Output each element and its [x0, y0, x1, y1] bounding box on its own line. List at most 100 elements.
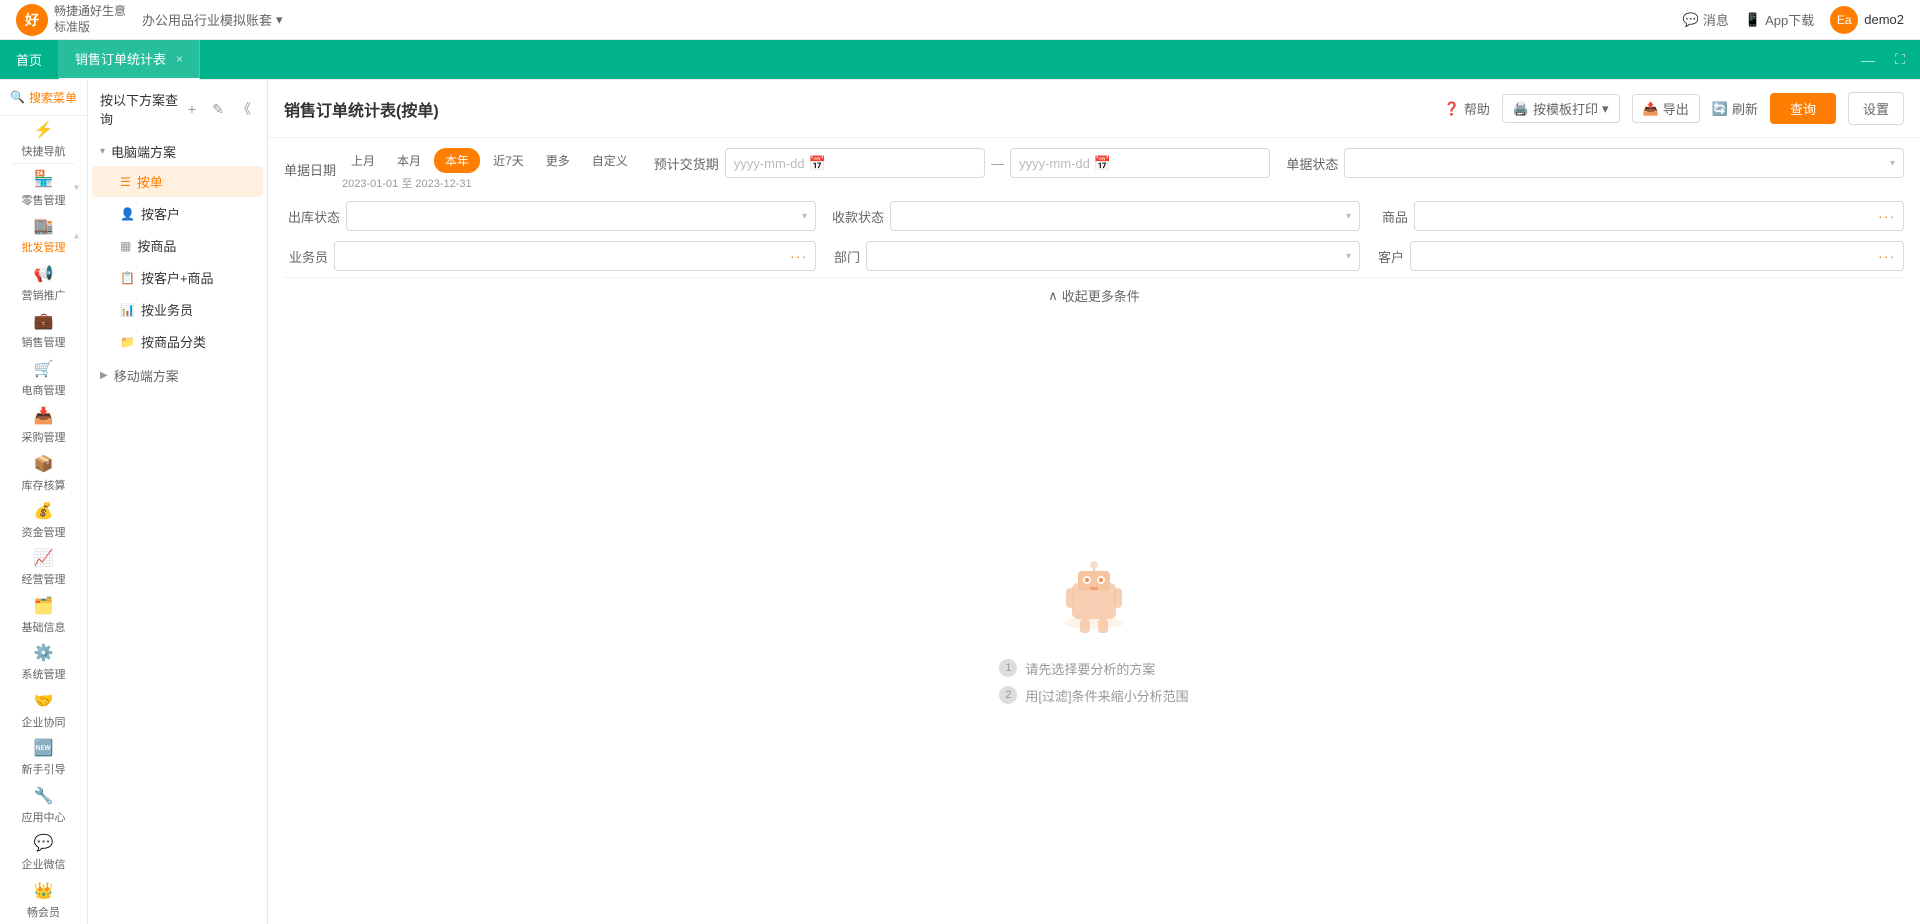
- sidebar-item-basic-info[interactable]: 🗂️ 基础信息: [0, 592, 87, 639]
- logo-icon: 好: [16, 4, 48, 36]
- date-dash: —: [991, 156, 1004, 171]
- tab-sales-order[interactable]: 销售订单统计表 ×: [59, 40, 200, 80]
- sidebar-item-sales[interactable]: 💼 销售管理: [0, 307, 87, 354]
- staff-dots: ···: [790, 248, 807, 264]
- shortcut-this-month[interactable]: 本月: [388, 148, 430, 173]
- shortcut-custom[interactable]: 自定义: [583, 148, 637, 173]
- sidebar-item-enterprise[interactable]: 🤝 企业协同: [0, 687, 87, 734]
- by-category-icon: 📁: [120, 335, 135, 349]
- dept-select[interactable]: ▾: [866, 241, 1360, 271]
- shortcut-more[interactable]: 更多: [537, 148, 579, 173]
- basic-info-icon: 🗂️: [34, 596, 54, 616]
- by-goods-icon: ▦: [120, 239, 131, 253]
- system-icon: ⚙️: [34, 643, 54, 663]
- scheme-item-by-category[interactable]: 📁 按商品分类: [92, 326, 263, 357]
- settings-button[interactable]: 设置: [1848, 92, 1904, 125]
- search-icon: 🔍: [10, 90, 25, 104]
- retail-icon: 🏪: [34, 169, 54, 189]
- wholesale-arrow-icon: ▴: [74, 230, 79, 241]
- tab-close-icon[interactable]: ×: [176, 52, 183, 66]
- tabbar: 首页 销售订单统计表 × — ⛶: [0, 40, 1920, 80]
- ecom-icon: 🛒: [34, 359, 54, 379]
- sidebar-item-app-center[interactable]: 🔧 应用中心: [0, 782, 87, 829]
- sidebar-item-retail[interactable]: 🏪 零售管理 ▾: [0, 164, 87, 211]
- staff-input[interactable]: ···: [334, 241, 816, 271]
- sidebar: 🔍 搜索菜单 ⚡ 快捷导航 🏪 零售管理 ▾ 🏬 批发管理 ▴ 📢 营销推广 💼…: [0, 80, 88, 924]
- sidebar-item-system[interactable]: ⚙️ 系统管理: [0, 639, 87, 686]
- desktop-group-header[interactable]: ▾ 电脑端方案: [88, 138, 267, 165]
- calendar-icon-2: 📅: [1094, 155, 1111, 172]
- empty-tip-2: 2 用[过滤]条件来缩小分析范围: [999, 686, 1188, 705]
- edit-scheme-button[interactable]: ✎: [207, 98, 229, 120]
- mobile-group-header[interactable]: ▶ 移动端方案: [88, 362, 267, 389]
- help-button[interactable]: ❓ 帮助: [1444, 99, 1490, 118]
- shortcut-7days[interactable]: 近7天: [484, 148, 533, 173]
- sidebar-item-wholesale[interactable]: 🏬 批发管理 ▴: [0, 212, 87, 259]
- status-select[interactable]: ▾: [1344, 148, 1904, 178]
- marketing-icon: 📢: [34, 264, 54, 284]
- tab-minimize-button[interactable]: —: [1856, 48, 1880, 72]
- user-menu[interactable]: Ea demo2: [1830, 6, 1904, 34]
- add-scheme-button[interactable]: +: [181, 98, 203, 120]
- sidebar-item-member[interactable]: 👑 畅会员: [0, 877, 87, 924]
- expected-date-end[interactable]: yyyy-mm-dd 📅: [1010, 148, 1270, 178]
- empty-state: 1 请先选择要分析的方案 2 用[过滤]条件来缩小分析范围: [268, 323, 1920, 924]
- shortcut-this-year[interactable]: 本年: [434, 148, 480, 173]
- staff-filter-group: 业务员 ···: [284, 241, 816, 271]
- shortcut-last-month[interactable]: 上月: [342, 148, 384, 173]
- message-icon: 💬: [1683, 12, 1699, 28]
- export-button[interactable]: 📤 导出: [1632, 94, 1700, 123]
- logo-area: 好 畅捷通好生意 标准版: [16, 4, 126, 36]
- collapse-scheme-button[interactable]: 《: [233, 98, 255, 120]
- app-download-button[interactable]: 📱 App下载: [1745, 10, 1814, 29]
- tab-maximize-button[interactable]: ⛶: [1888, 48, 1912, 72]
- collapse-bar[interactable]: ∧ 收起更多条件: [284, 277, 1904, 313]
- expected-date-start[interactable]: yyyy-mm-dd 📅: [725, 148, 985, 178]
- member-icon: 👑: [34, 881, 54, 901]
- search-menu-button[interactable]: 🔍 搜索菜单: [0, 80, 87, 116]
- page-title: 销售订单统计表(按单): [284, 97, 439, 133]
- by-customer-goods-icon: 📋: [120, 271, 135, 285]
- print-button[interactable]: 🖨️ 按模板打印 ▾: [1502, 94, 1620, 123]
- pay-status-label: 收款状态: [828, 207, 884, 226]
- ship-status-select[interactable]: ▾: [346, 201, 816, 231]
- sidebar-item-wechat[interactable]: 💬 企业微信: [0, 829, 87, 876]
- date-filter-group: 单据日期 上月 本月 本年 近7天 更多 自定义 2023-01-01 至 20…: [284, 148, 637, 191]
- sidebar-item-management[interactable]: 📈 经营管理: [0, 544, 87, 591]
- scheme-item-by-staff[interactable]: 📊 按业务员: [92, 294, 263, 325]
- customer-input[interactable]: ···: [1410, 241, 1904, 271]
- workspace-selector[interactable]: 办公用品行业模拟账套 ▾: [134, 6, 291, 33]
- app-center-icon: 🔧: [34, 786, 54, 806]
- dept-label: 部门: [828, 247, 860, 266]
- pay-status-select[interactable]: ▾: [890, 201, 1360, 231]
- sidebar-item-ecom[interactable]: 🛒 电商管理: [0, 354, 87, 401]
- sidebar-item-finance[interactable]: 💰 资金管理: [0, 497, 87, 544]
- tab-home[interactable]: 首页: [0, 40, 59, 80]
- empty-illustration: [1044, 543, 1144, 643]
- sidebar-item-inventory[interactable]: 📦 库存核算: [0, 449, 87, 496]
- sidebar-item-purchase[interactable]: 📥 采购管理: [0, 402, 87, 449]
- by-staff-icon: 📊: [120, 303, 135, 317]
- scheme-item-by-customer[interactable]: 👤 按客户: [92, 198, 263, 229]
- management-icon: 📈: [34, 548, 54, 568]
- scheme-item-by-goods[interactable]: ▦ 按商品: [92, 230, 263, 261]
- sidebar-item-marketing[interactable]: 📢 营销推广: [0, 259, 87, 306]
- mobile-arrow-icon: ▶: [100, 370, 108, 381]
- date-range-hint: 2023-01-01 至 2023-12-31: [342, 175, 637, 191]
- topbar-right: 💬 消息 📱 App下载 Ea demo2: [1683, 6, 1904, 34]
- scheme-item-by-order[interactable]: ☰ 按单: [92, 166, 263, 197]
- ship-status-group: 出库状态 ▾: [284, 201, 816, 231]
- scheme-item-by-customer-goods[interactable]: 📋 按客户+商品: [92, 262, 263, 293]
- refresh-button[interactable]: 🔄 刷新: [1712, 99, 1758, 118]
- query-button[interactable]: 查询: [1770, 93, 1836, 124]
- goods-filter-group: 商品 ···: [1372, 201, 1904, 231]
- message-button[interactable]: 💬 消息: [1683, 10, 1729, 29]
- goods-input[interactable]: ···: [1414, 201, 1904, 231]
- sidebar-item-guide[interactable]: 🆕 新手引导: [0, 734, 87, 781]
- sidebar-item-quick-nav[interactable]: ⚡ 快捷导航: [0, 116, 87, 163]
- workspace-arrow-icon: ▾: [276, 12, 283, 28]
- sales-icon: 💼: [34, 311, 54, 331]
- empty-tips: 1 请先选择要分析的方案 2 用[过滤]条件来缩小分析范围: [999, 659, 1188, 705]
- topbar-left: 好 畅捷通好生意 标准版 办公用品行业模拟账套 ▾: [16, 4, 291, 36]
- help-icon: ❓: [1444, 101, 1460, 117]
